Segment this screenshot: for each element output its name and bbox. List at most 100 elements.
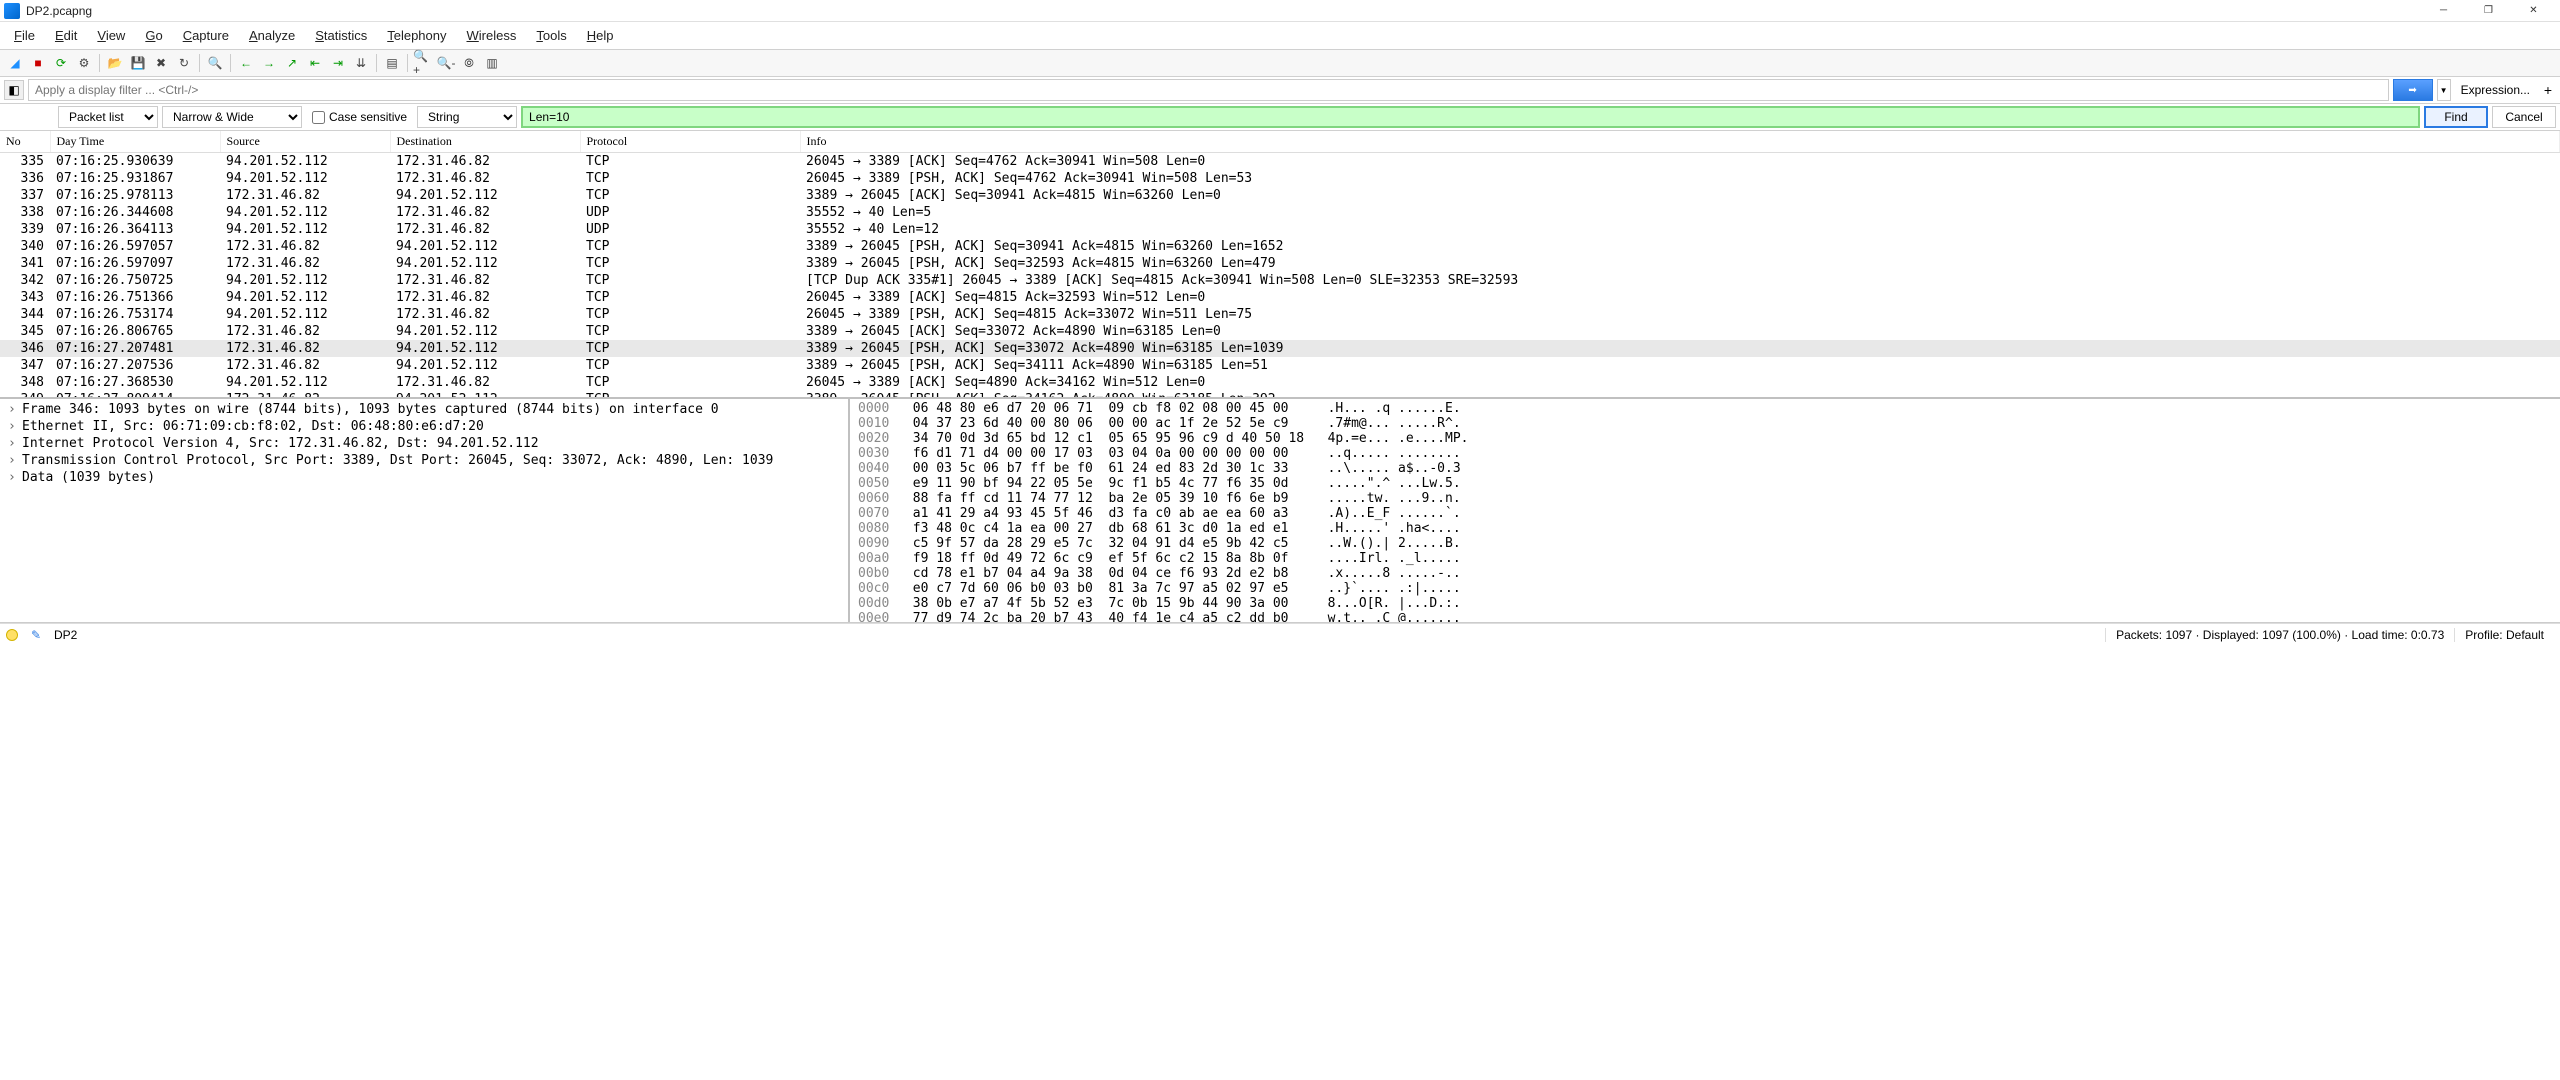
reload-icon[interactable]: ↻ [173,52,195,74]
table-row[interactable]: 34307:16:26.75136694.201.52.112172.31.46… [0,289,2560,306]
column-header-time[interactable]: Day Time [50,131,220,153]
tree-item[interactable]: ›Ethernet II, Src: 06:71:09:cb:f8:02, Ds… [2,418,846,435]
close-button[interactable]: ✕ [2511,0,2556,22]
colorize-icon[interactable]: ▤ [381,52,403,74]
table-row[interactable]: 33607:16:25.93186794.201.52.112172.31.46… [0,170,2560,187]
search-scope-select[interactable]: Packet list [58,106,158,128]
stop-capture-icon[interactable]: ■ [27,52,49,74]
menu-view[interactable]: View [87,24,135,47]
expression-button[interactable]: Expression... [2455,79,2536,101]
tree-item[interactable]: ›Internet Protocol Version 4, Src: 172.3… [2,435,846,452]
menu-tools[interactable]: Tools [526,24,576,47]
hex-row[interactable]: 0080 f3 48 0c c4 1a ea 00 27 db 68 61 3c… [852,521,2558,536]
menu-wireless[interactable]: Wireless [457,24,527,47]
search-charwidth-select[interactable]: Narrow & Wide [162,106,302,128]
close-file-icon[interactable]: ✖ [150,52,172,74]
table-row[interactable]: 33807:16:26.34460894.201.52.112172.31.46… [0,204,2560,221]
menu-file[interactable]: File [4,24,45,47]
edit-capture-comment-icon[interactable]: ✎ [28,627,44,643]
hex-row[interactable]: 0010 04 37 23 6d 40 00 80 06 00 00 ac 1f… [852,416,2558,431]
chevron-right-icon[interactable]: › [8,402,18,417]
bookmark-filter-icon[interactable]: ◧ [4,80,24,100]
zoom-in-icon[interactable]: 🔍+ [412,52,434,74]
table-row[interactable]: 34007:16:26.597057172.31.46.8294.201.52.… [0,238,2560,255]
packet-details-pane[interactable]: ›Frame 346: 1093 bytes on wire (8744 bit… [0,399,850,622]
tree-item[interactable]: ›Frame 346: 1093 bytes on wire (8744 bit… [2,401,846,418]
column-header-destination[interactable]: Destination [390,131,580,153]
chevron-right-icon[interactable]: › [8,453,18,468]
open-file-icon[interactable]: 📂 [104,52,126,74]
table-row[interactable]: 34207:16:26.75072594.201.52.112172.31.46… [0,272,2560,289]
capture-options-icon[interactable]: ⚙ [73,52,95,74]
table-row[interactable]: 34407:16:26.75317494.201.52.112172.31.46… [0,306,2560,323]
cancel-button[interactable]: Cancel [2492,106,2556,128]
table-row[interactable]: 34707:16:27.207536172.31.46.8294.201.52.… [0,357,2560,374]
go-to-packet-icon[interactable]: ↗ [281,52,303,74]
table-row[interactable]: 33507:16:25.93063994.201.52.112172.31.46… [0,153,2560,171]
column-header-source[interactable]: Source [220,131,390,153]
hex-row[interactable]: 0040 00 03 5c 06 b7 ff be f0 61 24 ed 83… [852,461,2558,476]
go-back-icon[interactable]: ← [235,52,257,74]
hex-row[interactable]: 0070 a1 41 29 a4 93 45 5f 46 d3 fa c0 ab… [852,506,2558,521]
packet-list-pane[interactable]: No Day Time Source Destination Protocol … [0,131,2560,399]
menu-go[interactable]: Go [135,24,172,47]
hex-row[interactable]: 0050 e9 11 90 bf 94 22 05 5e 9c f1 b5 4c… [852,476,2558,491]
chevron-right-icon[interactable]: › [8,419,18,434]
go-forward-icon[interactable]: → [258,52,280,74]
table-row[interactable]: 33707:16:25.978113172.31.46.8294.201.52.… [0,187,2560,204]
go-last-icon[interactable]: ⇥ [327,52,349,74]
search-text-input[interactable] [521,106,2420,128]
profile-label[interactable]: Profile: Default [2454,628,2554,642]
menu-help[interactable]: Help [577,24,624,47]
expert-info-icon[interactable] [6,629,18,641]
column-header-info[interactable]: Info [800,131,2560,153]
menu-capture[interactable]: Capture [173,24,239,47]
zoom-reset-icon[interactable]: ⦾ [458,52,480,74]
start-capture-icon[interactable]: ◢ [4,52,26,74]
hex-row[interactable]: 00c0 e0 c7 7d 60 06 b0 03 b0 81 3a 7c 97… [852,581,2558,596]
column-header-no[interactable]: No [0,131,50,153]
tree-item[interactable]: ›Data (1039 bytes) [2,469,846,486]
hex-row[interactable]: 00d0 38 0b e7 a7 4f 5b 52 e3 7c 0b 15 9b… [852,596,2558,611]
hex-row[interactable]: 0030 f6 d1 71 d4 00 00 17 03 03 04 0a 00… [852,446,2558,461]
menu-analyze[interactable]: Analyze [239,24,305,47]
hex-row[interactable]: 0060 88 fa ff cd 11 74 77 12 ba 2e 05 39… [852,491,2558,506]
search-type-select[interactable]: String [417,106,517,128]
case-sensitive-checkbox[interactable]: Case sensitive [312,110,407,124]
table-row[interactable]: 33907:16:26.36411394.201.52.112172.31.46… [0,221,2560,238]
display-filter-input[interactable] [28,79,2389,101]
menu-edit[interactable]: Edit [45,24,87,47]
menu-statistics[interactable]: Statistics [305,24,377,47]
hex-row[interactable]: 0020 34 70 0d 3d 65 bd 12 c1 05 65 95 96… [852,431,2558,446]
find-icon[interactable]: 🔍 [204,52,226,74]
hex-row[interactable]: 0090 c5 9f 57 da 28 29 e5 7c 32 04 91 d4… [852,536,2558,551]
table-row[interactable]: 34907:16:27.809414172.31.46.8294.201.52.… [0,391,2560,399]
chevron-right-icon[interactable]: › [8,436,18,451]
resize-columns-icon[interactable]: ▥ [481,52,503,74]
packet-bytes-pane[interactable]: 0000 06 48 80 e6 d7 20 06 71 09 cb f8 02… [850,399,2560,622]
auto-scroll-icon[interactable]: ⇊ [350,52,372,74]
hex-row[interactable]: 00b0 cd 78 e1 b7 04 a4 9a 38 0d 04 ce f6… [852,566,2558,581]
zoom-out-icon[interactable]: 🔍- [435,52,457,74]
main-toolbar: ◢ ■ ⟳ ⚙ 📂 💾 ✖ ↻ 🔍 ← → ↗ ⇤ ⇥ ⇊ ▤ 🔍+ 🔍- ⦾ … [0,50,2560,77]
maximize-button[interactable]: ❐ [2466,0,2511,22]
menu-telephony[interactable]: Telephony [377,24,456,47]
hex-row[interactable]: 00a0 f9 18 ff 0d 49 72 6c c9 ef 5f 6c c2… [852,551,2558,566]
column-header-protocol[interactable]: Protocol [580,131,800,153]
table-row[interactable]: 34607:16:27.207481172.31.46.8294.201.52.… [0,340,2560,357]
hex-row[interactable]: 0000 06 48 80 e6 d7 20 06 71 09 cb f8 02… [852,401,2558,416]
add-filter-button[interactable]: + [2540,82,2556,98]
table-row[interactable]: 34507:16:26.806765172.31.46.8294.201.52.… [0,323,2560,340]
table-row[interactable]: 34107:16:26.597097172.31.46.8294.201.52.… [0,255,2560,272]
find-button[interactable]: Find [2424,106,2488,128]
filter-dropdown-icon[interactable]: ▼ [2437,79,2451,101]
restart-capture-icon[interactable]: ⟳ [50,52,72,74]
apply-filter-button[interactable]: ➡ [2393,79,2433,101]
tree-item[interactable]: ›Transmission Control Protocol, Src Port… [2,452,846,469]
table-row[interactable]: 34807:16:27.36853094.201.52.112172.31.46… [0,374,2560,391]
hex-row[interactable]: 00e0 77 d9 74 2c ba 20 b7 43 40 f4 1e c4… [852,611,2558,622]
save-file-icon[interactable]: 💾 [127,52,149,74]
chevron-right-icon[interactable]: › [8,470,18,485]
minimize-button[interactable]: ─ [2421,0,2466,22]
go-first-icon[interactable]: ⇤ [304,52,326,74]
